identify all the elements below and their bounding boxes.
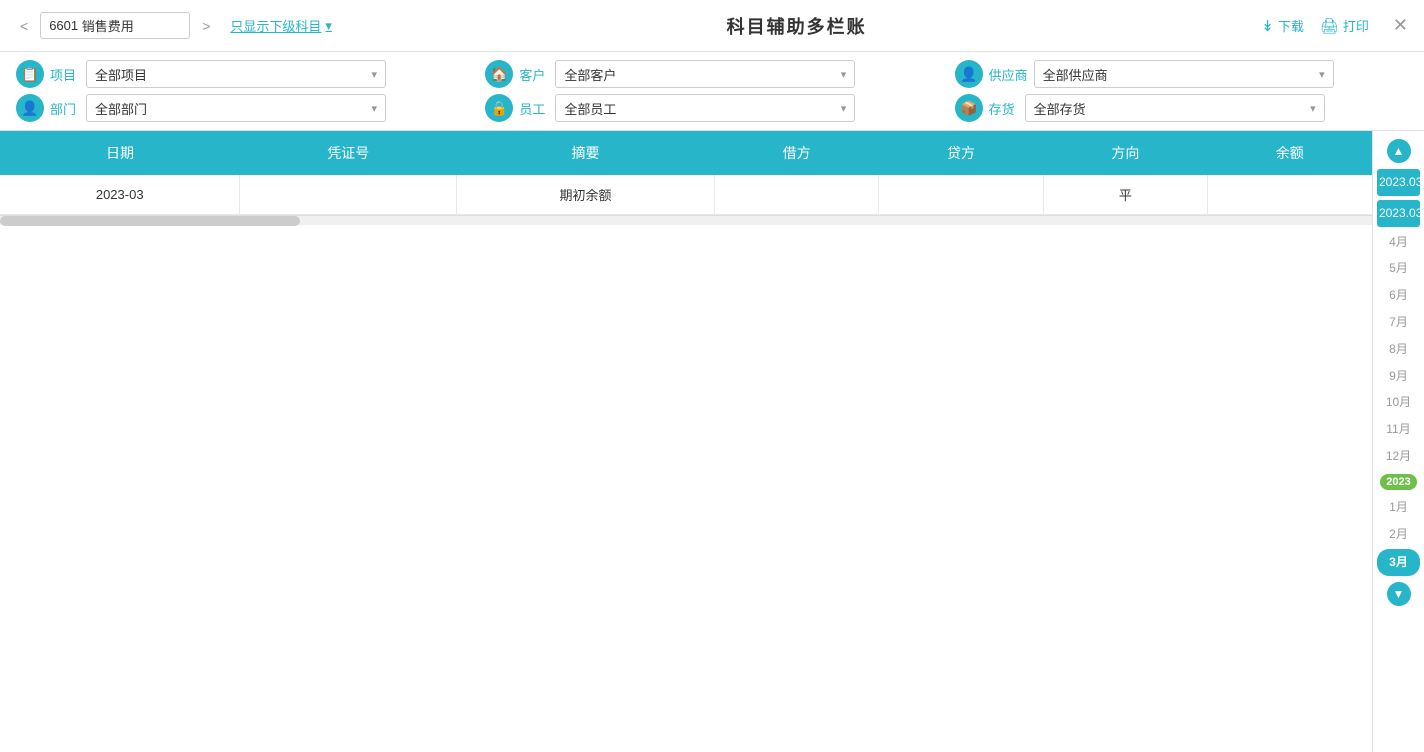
data-table: 日期 凭证号 摘要 借方 贷方 方向 余额 2023-03 期初余额 — [0, 131, 1372, 215]
show-sub-filter[interactable]: 只显示下级科目 ▾ — [230, 16, 332, 35]
cell-direction: 平 — [1043, 175, 1207, 215]
nav-prev-button[interactable]: < — [16, 16, 32, 36]
inventory-select[interactable]: 全部存货 ▾ — [1025, 94, 1325, 122]
cell-balance — [1208, 175, 1372, 215]
employee-dropdown-icon: ▾ — [841, 102, 847, 115]
supplier-icon: 👤 — [955, 60, 983, 88]
sidebar-item-8[interactable]: 8月 — [1373, 336, 1424, 363]
project-dropdown-icon: ▾ — [371, 68, 377, 81]
print-label: 打印 — [1343, 16, 1369, 35]
filter-inventory: 📦 存货 全部存货 ▾ — [955, 94, 1408, 122]
right-sidebar: ▲ 2023.03 2023.03 4月 5月 6月 7月 8月 9月 10月 … — [1372, 131, 1424, 752]
department-icon: 👤 — [16, 94, 44, 122]
main-window: < 6601 销售费用 > 只显示下级科目 ▾ 科目辅助多栏账 ↡ 下载 🖨 打… — [0, 0, 1424, 752]
show-sub-filter-label: 只显示下级科目 — [230, 16, 321, 35]
col-voucher: 凭证号 — [240, 131, 457, 175]
print-icon: 🖨 — [1320, 17, 1339, 35]
customer-label: 客户 — [519, 65, 549, 84]
sidebar-down-arrow[interactable]: ▼ — [1387, 582, 1411, 606]
inventory-icon: 📦 — [955, 94, 983, 122]
cell-summary: 期初余额 — [457, 175, 715, 215]
department-select[interactable]: 全部部门 ▾ — [86, 94, 386, 122]
col-debit: 借方 — [714, 131, 878, 175]
cell-voucher — [240, 175, 457, 215]
cell-credit — [879, 175, 1043, 215]
col-direction: 方向 — [1043, 131, 1207, 175]
employee-label: 员工 — [519, 99, 549, 118]
table-row: 2023-03 期初余额 平 — [0, 175, 1372, 215]
department-label: 部门 — [50, 99, 80, 118]
sidebar-item-4[interactable]: 4月 — [1373, 229, 1424, 256]
customer-value: 全部客户 — [564, 65, 616, 84]
customer-dropdown-icon: ▾ — [841, 68, 847, 81]
col-credit: 贷方 — [879, 131, 1043, 175]
cell-date: 2023-03 — [0, 175, 240, 215]
print-button[interactable]: 🖨 打印 — [1320, 16, 1369, 35]
col-balance: 余额 — [1208, 131, 1372, 175]
table-area[interactable]: 日期 凭证号 摘要 借方 贷方 方向 余额 2023-03 期初余额 — [0, 131, 1372, 752]
employee-value: 全部员工 — [564, 99, 616, 118]
col-date: 日期 — [0, 131, 240, 175]
account-code: 6601 — [49, 18, 78, 33]
filter-row-1: 📋 项目 全部项目 ▾ 🏠 客户 全部客户 ▾ 👤 供应商 — [16, 60, 1408, 88]
employee-icon: 🔒 — [485, 94, 513, 122]
h-scrollbar-thumb[interactable] — [0, 216, 300, 226]
inventory-label: 存货 — [989, 99, 1019, 118]
close-button[interactable]: ✕ — [1393, 15, 1408, 36]
filter-area: 📋 项目 全部项目 ▾ 🏠 客户 全部客户 ▾ 👤 供应商 — [0, 52, 1424, 131]
sidebar-item-6[interactable]: 6月 — [1373, 282, 1424, 309]
project-select[interactable]: 全部项目 ▾ — [86, 60, 386, 88]
download-label: 下载 — [1278, 16, 1304, 35]
download-icon: ↡ — [1261, 17, 1274, 35]
inventory-dropdown-icon: ▾ — [1310, 102, 1316, 115]
department-value: 全部部门 — [95, 99, 147, 118]
filter-row-2: 👤 部门 全部部门 ▾ 🔒 员工 全部员工 ▾ 📦 存货 — [16, 94, 1408, 122]
customer-select[interactable]: 全部客户 ▾ — [555, 60, 855, 88]
sidebar-item-jan[interactable]: 1月 — [1373, 494, 1424, 521]
filter-supplier: 👤 供应商 全部供应商 ▾ — [955, 60, 1408, 88]
sidebar-up-arrow[interactable]: ▲ — [1387, 139, 1411, 163]
sidebar-item-12[interactable]: 12月 — [1373, 443, 1424, 470]
supplier-select[interactable]: 全部供应商 ▾ — [1034, 60, 1334, 88]
employee-select[interactable]: 全部员工 ▾ — [555, 94, 855, 122]
download-button[interactable]: ↡ 下载 — [1261, 16, 1304, 35]
account-name: 销售费用 — [82, 16, 134, 35]
sidebar-year-badge: 2023 — [1380, 474, 1416, 490]
sidebar-item-9[interactable]: 9月 — [1373, 363, 1424, 390]
filter-project: 📋 项目 全部项目 ▾ — [16, 60, 469, 88]
content-area: 日期 凭证号 摘要 借方 贷方 方向 余额 2023-03 期初余额 — [0, 131, 1424, 752]
filter-customer: 🏠 客户 全部客户 ▾ — [485, 60, 938, 88]
toolbar-right: ↡ 下载 🖨 打印 ✕ — [1261, 15, 1408, 36]
sidebar-item-feb[interactable]: 2月 — [1373, 521, 1424, 548]
supplier-label: 供应商 — [989, 65, 1028, 84]
project-label: 项目 — [50, 65, 80, 84]
inventory-value: 全部存货 — [1034, 99, 1086, 118]
cell-debit — [714, 175, 878, 215]
supplier-dropdown-icon: ▾ — [1319, 68, 1325, 81]
sidebar-item-period-2[interactable]: 2023.03 — [1377, 200, 1420, 227]
table-header-row: 日期 凭证号 摘要 借方 贷方 方向 余额 — [0, 131, 1372, 175]
h-scrollbar[interactable] — [0, 215, 1372, 225]
account-code-box: 6601 销售费用 — [40, 12, 190, 39]
supplier-value: 全部供应商 — [1043, 65, 1108, 84]
filter-department: 👤 部门 全部部门 ▾ — [16, 94, 469, 122]
customer-icon: 🏠 — [485, 60, 513, 88]
sidebar-item-11[interactable]: 11月 — [1373, 416, 1424, 443]
col-summary: 摘要 — [457, 131, 715, 175]
sidebar-item-period-1[interactable]: 2023.03 — [1377, 169, 1420, 196]
page-title: 科目辅助多栏账 — [332, 13, 1261, 39]
top-bar: < 6601 销售费用 > 只显示下级科目 ▾ 科目辅助多栏账 ↡ 下载 🖨 打… — [0, 0, 1424, 52]
nav-next-button[interactable]: > — [198, 16, 214, 36]
sidebar-item-mar-active[interactable]: 3月 — [1377, 549, 1420, 576]
filter-employee: 🔒 员工 全部员工 ▾ — [485, 94, 938, 122]
sidebar-item-5[interactable]: 5月 — [1373, 255, 1424, 282]
project-icon: 📋 — [16, 60, 44, 88]
department-dropdown-icon: ▾ — [371, 102, 377, 115]
sidebar-item-10[interactable]: 10月 — [1373, 389, 1424, 416]
project-value: 全部项目 — [95, 65, 147, 84]
sidebar-item-7[interactable]: 7月 — [1373, 309, 1424, 336]
